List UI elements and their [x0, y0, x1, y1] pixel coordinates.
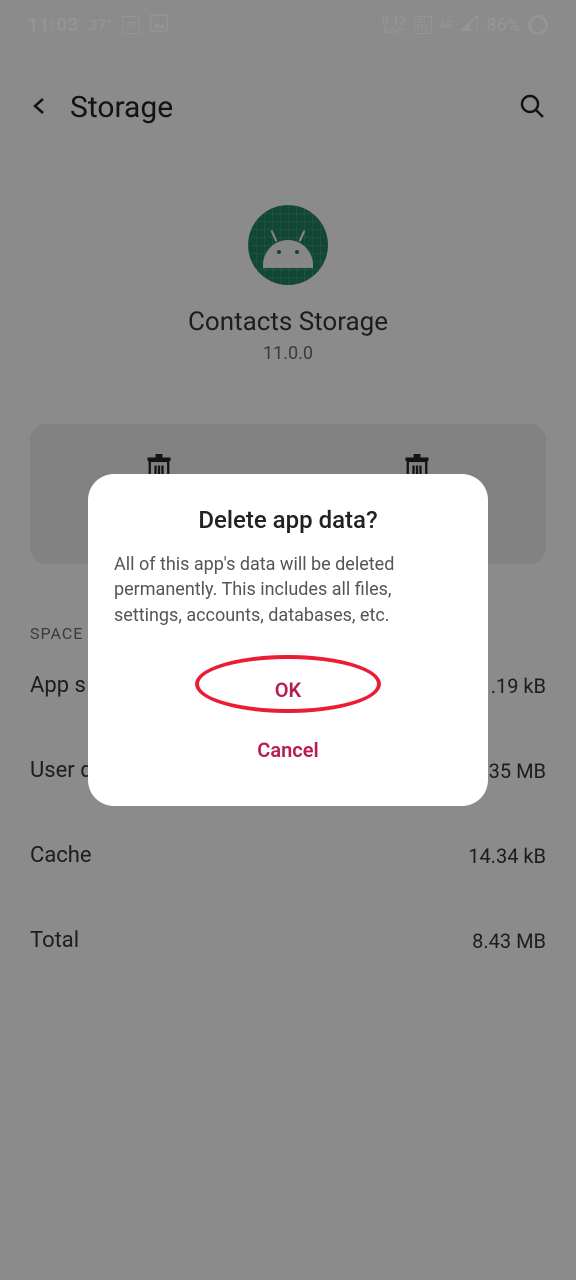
cancel-button[interactable]: Cancel: [114, 720, 462, 780]
dialog-title: Delete app data?: [114, 506, 462, 534]
delete-data-dialog: Delete app data? All of this app's data …: [88, 474, 488, 806]
modal-scrim[interactable]: Delete app data? All of this app's data …: [0, 0, 576, 1280]
ok-button[interactable]: OK: [114, 660, 462, 720]
dialog-message: All of this app's data will be deleted p…: [114, 552, 462, 628]
